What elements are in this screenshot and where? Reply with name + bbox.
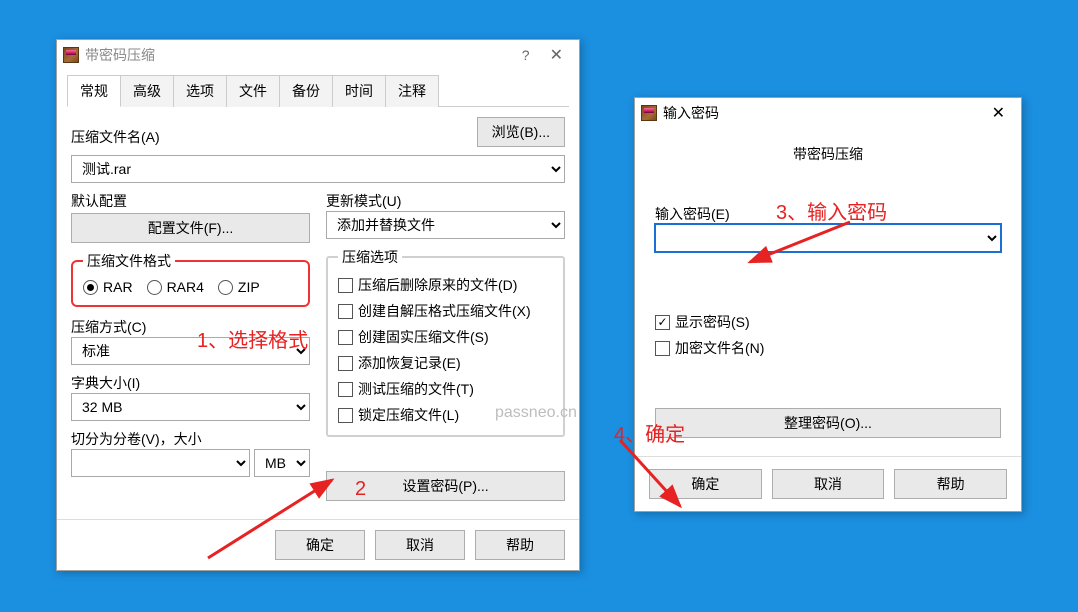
tab-general[interactable]: 常规: [67, 75, 121, 107]
opt-test-checkbox[interactable]: 测试压缩的文件(T): [338, 379, 553, 399]
help-button[interactable]: 帮助: [894, 469, 1007, 499]
winrar-icon: [641, 105, 657, 121]
tab-comment[interactable]: 注释: [385, 75, 439, 107]
tab-advanced[interactable]: 高级: [120, 75, 174, 107]
split-size-input[interactable]: [71, 449, 250, 477]
close-icon[interactable]: ✕: [982, 103, 1015, 123]
opt-recovery-checkbox[interactable]: 添加恢复记录(E): [338, 353, 553, 373]
split-label: 切分为分卷(V)，大小: [71, 429, 310, 449]
archive-format-group: 压缩文件格式 RAR RAR4 ZIP: [71, 251, 310, 307]
close-icon[interactable]: ✕: [540, 45, 573, 65]
options-legend: 压缩选项: [338, 247, 402, 267]
ok-button[interactable]: 确定: [275, 530, 365, 560]
organize-passwords-button[interactable]: 整理密码(O)...: [655, 408, 1001, 438]
tab-files[interactable]: 文件: [226, 75, 280, 107]
format-rar-radio[interactable]: RAR: [83, 279, 133, 295]
password-dialog: 输入密码 ✕ 带密码压缩 输入密码(E) 显示密码(S) 加密文件名(N) 整理…: [634, 97, 1022, 512]
tab-time[interactable]: 时间: [332, 75, 386, 107]
cancel-button[interactable]: 取消: [772, 469, 885, 499]
compress-dialog: 带密码压缩 ? ✕ 常规 高级 选项 文件 备份 时间 注释 压缩文件名(A) …: [56, 39, 580, 571]
annotation-2: 2: [355, 478, 366, 501]
tab-options[interactable]: 选项: [173, 75, 227, 107]
help-icon[interactable]: ?: [512, 47, 540, 63]
dict-size-label: 字典大小(I): [71, 373, 310, 393]
cancel-button[interactable]: 取消: [375, 530, 465, 560]
opt-sfx-checkbox[interactable]: 创建自解压格式压缩文件(X): [338, 301, 553, 321]
update-mode-label: 更新模式(U): [326, 191, 565, 211]
dict-size-select[interactable]: 32 MB: [71, 393, 310, 421]
default-profile-label: 默认配置: [71, 191, 310, 211]
format-legend: 压缩文件格式: [83, 251, 175, 271]
split-unit-select[interactable]: MB: [254, 449, 310, 477]
annotation-4: 4、确定: [614, 418, 685, 447]
annotation-3: 3、输入密码: [776, 196, 887, 225]
profile-button[interactable]: 配置文件(F)...: [71, 213, 310, 243]
format-rar4-radio[interactable]: RAR4: [147, 279, 204, 295]
archive-name-input[interactable]: 测试.rar: [71, 155, 565, 183]
update-mode-select[interactable]: 添加并替换文件: [326, 211, 565, 239]
dialog-footer: 确定 取消 帮助: [57, 519, 579, 570]
encrypt-names-checkbox[interactable]: 加密文件名(N): [655, 338, 1001, 358]
browse-button[interactable]: 浏览(B)...: [477, 117, 565, 147]
format-zip-radio[interactable]: ZIP: [218, 279, 260, 295]
tab-backup[interactable]: 备份: [279, 75, 333, 107]
opt-delete-checkbox[interactable]: 压缩后删除原来的文件(D): [338, 275, 553, 295]
watermark: passneo.cn: [495, 404, 577, 422]
help-button[interactable]: 帮助: [475, 530, 565, 560]
tabs: 常规 高级 选项 文件 备份 时间 注释: [67, 74, 569, 107]
titlebar: 输入密码 ✕: [635, 98, 1021, 128]
password-input[interactable]: [655, 224, 1001, 252]
opt-solid-checkbox[interactable]: 创建固实压缩文件(S): [338, 327, 553, 347]
subtitle: 带密码压缩: [655, 144, 1001, 164]
dialog-title: 带密码压缩: [85, 45, 155, 65]
dialog-footer: 确定 取消 帮助: [635, 456, 1021, 511]
annotation-1: 1、选择格式: [197, 324, 308, 353]
dialog-title: 输入密码: [663, 103, 719, 123]
ok-button[interactable]: 确定: [649, 469, 762, 499]
show-password-checkbox[interactable]: 显示密码(S): [655, 312, 1001, 332]
archive-name-label: 压缩文件名(A): [71, 127, 469, 147]
winrar-icon: [63, 47, 79, 63]
titlebar: 带密码压缩 ? ✕: [57, 40, 579, 70]
